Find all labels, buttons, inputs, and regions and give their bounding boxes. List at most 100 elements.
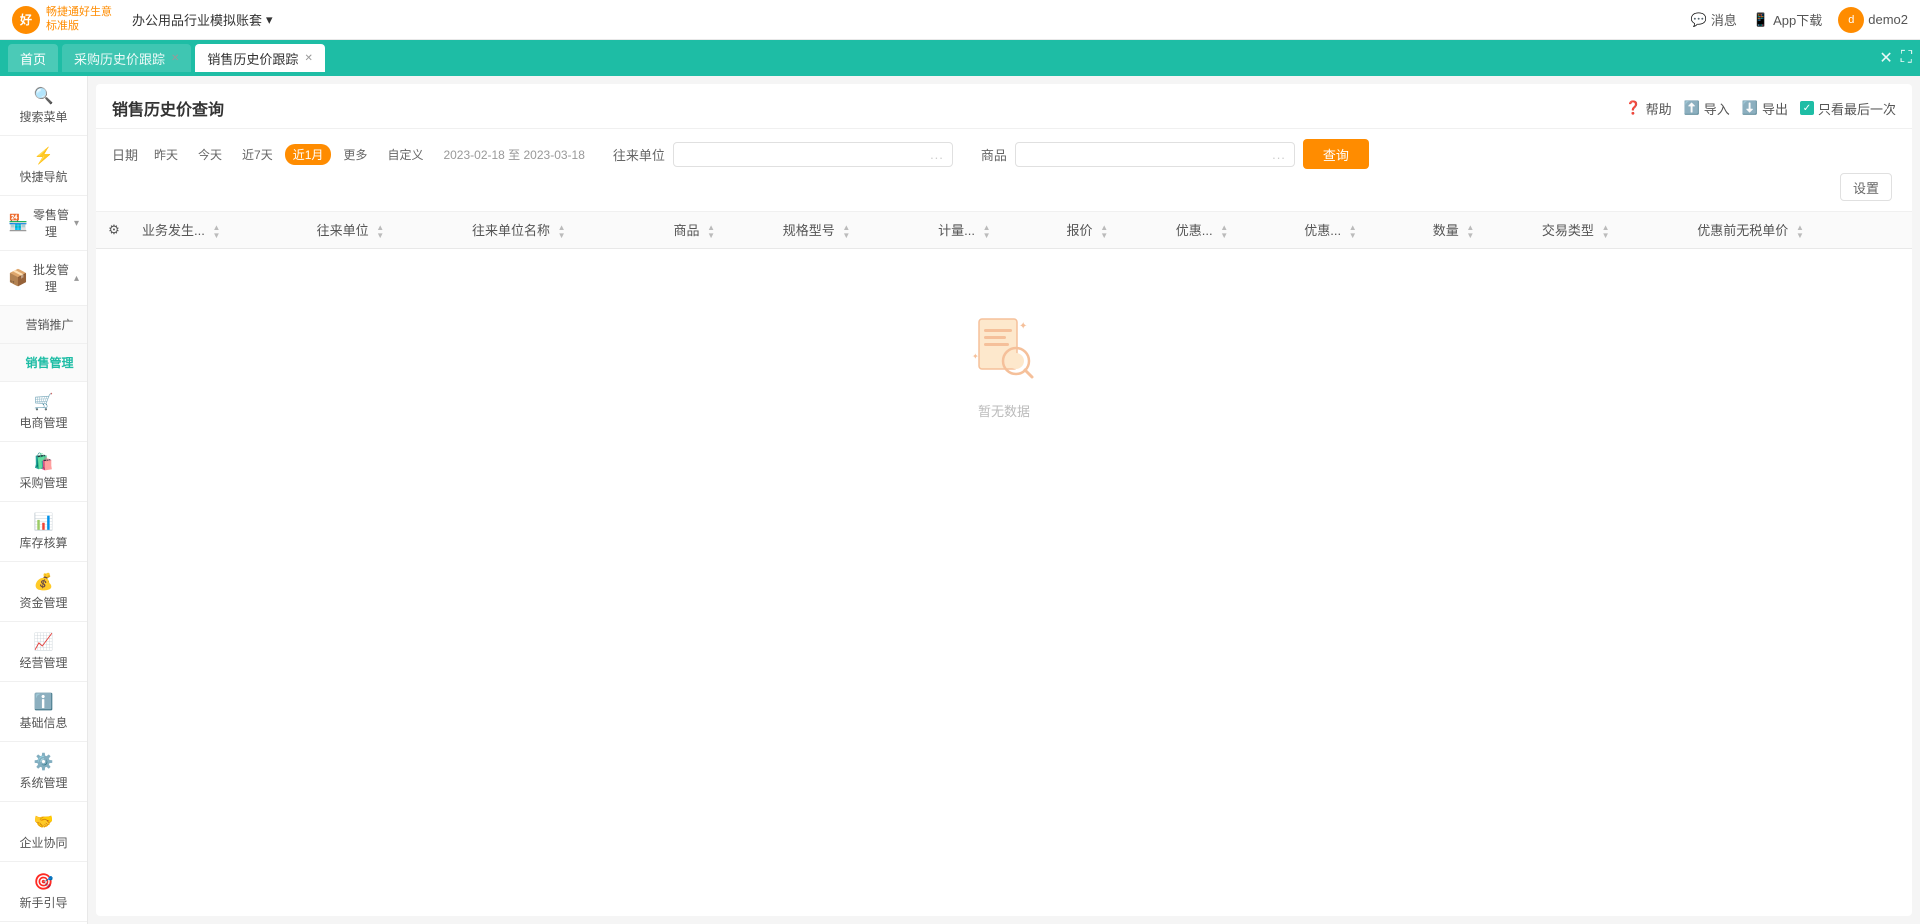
th-spec[interactable]: 规格型号 ▲▼: [773, 212, 928, 248]
table-header-row: ⚙ 业务发生... ▲▼ 往来单位 ▲▼ 往来单位名称: [96, 212, 1912, 248]
th-no-tax-price[interactable]: 优惠前无税单价 ▲▼: [1687, 212, 1912, 248]
sidebar-item-wholesale[interactable]: 📦 批发管理 ▴: [0, 251, 87, 306]
th-quantity[interactable]: 数量 ▲▼: [1423, 212, 1532, 248]
empty-state: ✦ ✦ 暂无数据: [96, 249, 1912, 480]
sort-icon: ▲▼: [707, 224, 715, 240]
search-icon: 🔍: [34, 86, 54, 106]
th-unit[interactable]: 计量... ▲▼: [928, 212, 1056, 248]
help-btn[interactable]: ❓ 帮助: [1625, 99, 1671, 118]
app-download-btn[interactable]: 📱 App下载: [1753, 10, 1822, 29]
tab-label: 销售历史价跟踪: [207, 49, 298, 68]
app-selector[interactable]: 办公用品行业模拟账套 ▾: [132, 10, 273, 29]
date-pill-1month[interactable]: 近1月: [285, 144, 332, 165]
sidebar-item-sales[interactable]: 销售管理: [0, 344, 87, 382]
date-pills: 昨天 今天 近7天 近1月 更多 自定义: [146, 144, 431, 165]
import-btn[interactable]: ⬆️ 导入: [1684, 99, 1730, 118]
content-area: 销售历史价查询 ❓ 帮助 ⬆️ 导入 ⬇️ 导出: [88, 76, 1920, 924]
date-pill-yesterday[interactable]: 昨天: [146, 144, 186, 165]
wholesale-icon: 📦: [8, 268, 28, 288]
sidebar-item-search[interactable]: 🔍 搜索菜单: [0, 76, 87, 136]
enterprise-icon: 🤝: [34, 812, 54, 832]
operations-icon: 📈: [34, 632, 54, 652]
sort-icon: ▲▼: [842, 224, 850, 240]
tab-label: 首页: [20, 49, 46, 68]
shortcuts-icon: ⚡: [34, 146, 54, 166]
svg-text:✦: ✦: [972, 352, 979, 361]
sidebar-item-operations[interactable]: 📈 经营管理: [0, 622, 87, 682]
message-btn[interactable]: 💬 消息: [1691, 10, 1737, 29]
page: 销售历史价查询 ❓ 帮助 ⬆️ 导入 ⬇️ 导出: [96, 84, 1912, 916]
export-icon: ⬇️: [1742, 100, 1758, 116]
chevron-down-icon: ▾: [266, 12, 273, 28]
th-biz-date[interactable]: 业务发生... ▲▼: [132, 212, 307, 248]
export-btn[interactable]: ⬇️ 导出: [1742, 99, 1788, 118]
system-icon: ⚙️: [34, 752, 54, 772]
topbar: 好 畅捷通好生意 标准版 办公用品行业模拟账套 ▾ 💬 消息 📱 App下载 d…: [0, 0, 1920, 40]
sidebar-item-inventory[interactable]: 📊 库存核算: [0, 502, 87, 562]
newbie-icon: 🎯: [34, 872, 54, 892]
goods-filter-label: 商品: [981, 145, 1007, 164]
sidebar: 🔍 搜索菜单 ⚡ 快捷导航 🏪 零售管理 ▾ 📦 批发管理 ▴ 营销推广 销售管…: [0, 76, 88, 924]
empty-text: 暂无数据: [978, 401, 1030, 420]
settings-icon: ⚙: [108, 222, 120, 237]
th-trade-type[interactable]: 交易类型 ▲▼: [1532, 212, 1687, 248]
query-button[interactable]: 查询: [1303, 139, 1369, 169]
goods-input[interactable]: ...: [1015, 142, 1295, 167]
th-partner-code[interactable]: 往来单位 ▲▼: [307, 212, 462, 248]
maximize-btn[interactable]: ⛶: [1901, 49, 1912, 67]
tab-sales-history[interactable]: 销售历史价跟踪 ✕: [195, 44, 324, 72]
th-discount1[interactable]: 优惠... ▲▼: [1166, 212, 1294, 248]
tab-close-sales[interactable]: ✕: [304, 53, 312, 64]
sidebar-item-basic[interactable]: ℹ️ 基础信息: [0, 682, 87, 742]
date-pill-7days[interactable]: 近7天: [234, 144, 281, 165]
th-settings[interactable]: ⚙: [96, 212, 132, 248]
main-layout: 🔍 搜索菜单 ⚡ 快捷导航 🏪 零售管理 ▾ 📦 批发管理 ▴ 营销推广 销售管…: [0, 76, 1920, 924]
sidebar-item-newbie[interactable]: 🎯 新手引导: [0, 862, 87, 922]
sidebar-item-enterprise[interactable]: 🤝 企业协同: [0, 802, 87, 862]
svg-text:✦: ✦: [1019, 321, 1027, 332]
date-pill-custom[interactable]: 自定义: [379, 144, 431, 165]
page-header-actions: ❓ 帮助 ⬆️ 导入 ⬇️ 导出 ✓ 只看最: [1625, 99, 1896, 118]
topbar-right: 💬 消息 📱 App下载 d demo2: [1691, 7, 1908, 33]
avatar: d: [1838, 7, 1864, 33]
sort-icon: ▲▼: [1796, 224, 1804, 240]
th-partner-name[interactable]: 往来单位名称 ▲▼: [462, 212, 664, 248]
date-pill-today[interactable]: 今天: [190, 144, 230, 165]
sidebar-item-purchase[interactable]: 🛍️ 采购管理: [0, 442, 87, 502]
sort-icon: ▲▼: [558, 224, 566, 240]
date-pill-more[interactable]: 更多: [335, 144, 375, 165]
logo-area: 好 畅捷通好生意 标准版: [12, 6, 112, 34]
close-tab-btn[interactable]: ✕: [1879, 48, 1892, 68]
sidebar-item-marketing[interactable]: 营销推广: [0, 306, 87, 344]
sidebar-item-retail[interactable]: 🏪 零售管理 ▾: [0, 196, 87, 251]
settings-button[interactable]: 设置: [1840, 173, 1892, 201]
date-filter-label: 日期: [112, 145, 138, 164]
table-container: ⚙ 业务发生... ▲▼ 往来单位 ▲▼ 往来单位名称: [96, 212, 1912, 916]
sidebar-item-system[interactable]: ⚙️ 系统管理: [0, 742, 87, 802]
only-last-checkbox[interactable]: ✓ 只看最后一次: [1800, 99, 1896, 118]
empty-illustration: ✦ ✦: [964, 309, 1044, 389]
tab-home[interactable]: 首页: [8, 44, 58, 72]
th-quote[interactable]: 报价 ▲▼: [1057, 212, 1166, 248]
chevron-up-icon: ▴: [74, 273, 79, 284]
th-goods[interactable]: 商品 ▲▼: [663, 212, 772, 248]
sort-icon: ▲▼: [376, 224, 384, 240]
tabbar: 首页 采购历史价跟踪 ✕ 销售历史价跟踪 ✕ ✕ ⛶: [0, 40, 1920, 76]
sidebar-item-ecommerce[interactable]: 🛒 电商管理: [0, 382, 87, 442]
sort-icon: ▲▼: [1466, 224, 1474, 240]
sort-icon: ▲▼: [1100, 224, 1108, 240]
sidebar-item-finance[interactable]: 💰 资金管理: [0, 562, 87, 622]
data-table: ⚙ 业务发生... ▲▼ 往来单位 ▲▼ 往来单位名称: [96, 212, 1912, 249]
logo-text: 畅捷通好生意 标准版: [46, 6, 112, 32]
inventory-icon: 📊: [34, 512, 54, 532]
partner-input[interactable]: ...: [673, 142, 953, 167]
th-discount2[interactable]: 优惠... ▲▼: [1294, 212, 1422, 248]
import-icon: ⬆️: [1684, 100, 1700, 116]
user-menu[interactable]: d demo2: [1838, 7, 1908, 33]
sort-icon: ▲▼: [1349, 224, 1357, 240]
tabbar-actions: ✕ ⛶: [1879, 48, 1912, 68]
sidebar-item-shortcuts[interactable]: ⚡ 快捷导航: [0, 136, 87, 196]
tab-purchase-history[interactable]: 采购历史价跟踪 ✕: [62, 44, 191, 72]
checkbox-icon: ✓: [1800, 101, 1814, 115]
tab-close-purchase[interactable]: ✕: [171, 53, 179, 64]
